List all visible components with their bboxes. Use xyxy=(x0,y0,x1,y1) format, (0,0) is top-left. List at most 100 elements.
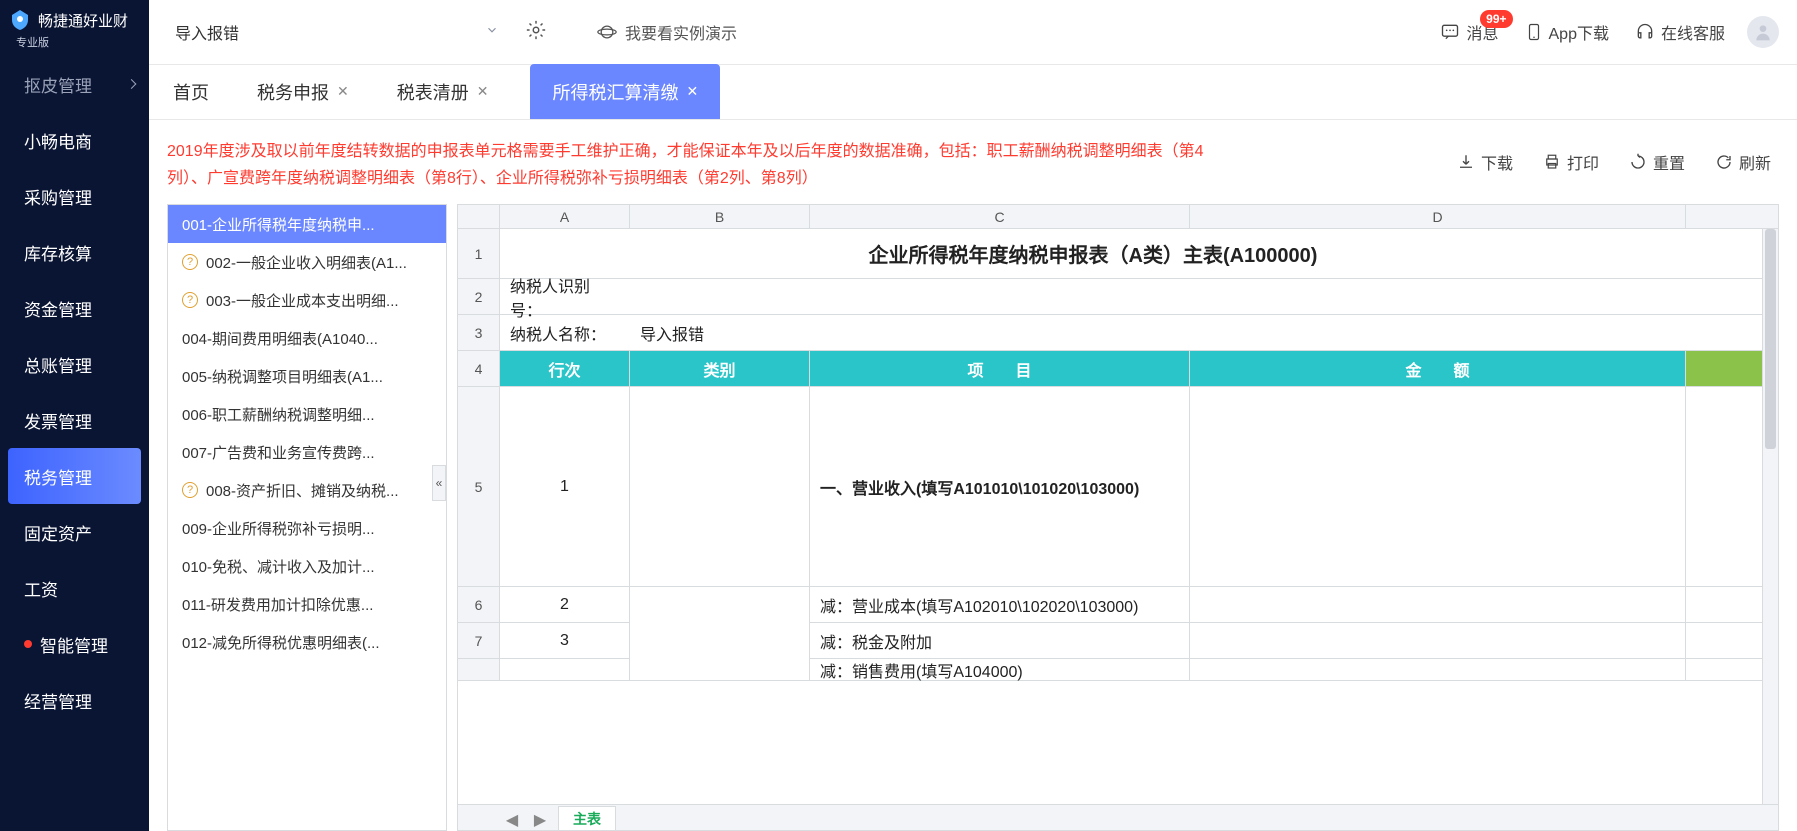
demo-label: 我要看实例演示 xyxy=(625,20,737,44)
sidebar-item[interactable]: 智能管理 xyxy=(0,616,149,672)
close-icon[interactable]: ✕ xyxy=(686,83,698,100)
category-cell[interactable] xyxy=(630,387,810,587)
row-num[interactable] xyxy=(458,659,500,681)
row-2: 2 纳税人识别号： xyxy=(458,279,1778,315)
tree-item[interactable]: ?003-一般企业成本支出明细... xyxy=(168,281,446,319)
sidebar-item[interactable]: 资金管理 xyxy=(0,280,149,336)
taxpayer-id-label[interactable]: 纳税人识别号： xyxy=(500,279,630,315)
sidebar-item-label: 总账管理 xyxy=(24,352,92,377)
sidebar-item-label: 工资 xyxy=(24,576,58,601)
taxpayer-id-value[interactable] xyxy=(630,279,1686,315)
page-tab[interactable]: 所得税汇算清缴✕ xyxy=(530,64,720,119)
tree-item[interactable]: 012-减免所得税优惠明细表(... xyxy=(168,623,446,661)
sidebar-item[interactable]: 固定资产 xyxy=(0,504,149,560)
reset-button[interactable]: 重置 xyxy=(1629,150,1685,174)
head-rownum[interactable]: 行次 xyxy=(500,351,630,387)
sidebar-item[interactable]: 采购管理 xyxy=(0,168,149,224)
sidebar-item[interactable]: 税务管理 xyxy=(8,448,141,504)
row-num[interactable]: 3 xyxy=(458,315,500,351)
head-amount[interactable]: 金 额 xyxy=(1190,351,1686,387)
question-icon: ? xyxy=(182,254,198,270)
app-download-link[interactable]: App下载 xyxy=(1525,20,1609,44)
messages-link[interactable]: 消息 99+ xyxy=(1440,20,1498,44)
print-button[interactable]: 打印 xyxy=(1543,150,1599,174)
tree-item[interactable]: 009-企业所得税弥补亏损明... xyxy=(168,509,446,547)
brand-name: 畅捷通好业财 xyxy=(38,10,128,31)
row-num[interactable]: 2 xyxy=(458,279,500,315)
sidebar-item-label: 智能管理 xyxy=(40,632,108,657)
select-all-corner[interactable] xyxy=(458,205,500,228)
sidebar-item[interactable]: 库存核算 xyxy=(0,224,149,280)
tree-item-label: 010-免税、减计收入及加计... xyxy=(182,556,375,577)
search-selector[interactable]: 导入报错 xyxy=(167,14,507,50)
action-bar: 2019年度涉及取以前年度结转数据的申报表单元格需要手工维护正确，才能保证本年及… xyxy=(149,120,1797,204)
page-tab[interactable]: 首页 xyxy=(167,64,215,119)
col-header-a[interactable]: A xyxy=(500,205,630,228)
line-num[interactable]: 1 xyxy=(500,387,630,587)
topbar: 导入报错 我要看实例演示 消息 99+ App下载 在线客服 xyxy=(149,0,1797,65)
line-num[interactable]: 2 xyxy=(500,587,630,623)
row-num[interactable]: 1 xyxy=(458,229,500,279)
tree-item[interactable]: 011-研发费用加计扣除优惠... xyxy=(168,585,446,623)
refresh-icon xyxy=(1715,153,1733,171)
action-buttons: 下载 打印 重置 刷新 xyxy=(1457,138,1771,174)
row-8-partial: 减：销售费用(填写A104000) xyxy=(458,659,1778,681)
sidebar-item[interactable]: 工资 xyxy=(0,560,149,616)
collapse-handle[interactable]: « xyxy=(432,465,446,501)
tree-item[interactable]: 004-期间费用明细表(A1040... xyxy=(168,319,446,357)
tree-item[interactable]: ?002-一般企业收入明细表(A1... xyxy=(168,243,446,281)
taxpayer-name-value[interactable]: 导入报错 xyxy=(630,315,1686,351)
sidebar-item[interactable]: 总账管理 xyxy=(0,336,149,392)
item-cell[interactable]: 减：销售费用(填写A104000) xyxy=(810,659,1190,681)
refresh-button[interactable]: 刷新 xyxy=(1715,150,1771,174)
sidebar-item[interactable]: 抠皮管理 xyxy=(0,56,149,112)
head-item[interactable]: 项 目 xyxy=(810,351,1190,387)
tree-item[interactable]: 001-企业所得税年度纳税申... xyxy=(168,205,446,243)
vertical-scrollbar[interactable] xyxy=(1762,229,1778,804)
row-num[interactable]: 7 xyxy=(458,623,500,659)
sidebar-item[interactable]: 发票管理 xyxy=(0,392,149,448)
question-icon: ? xyxy=(182,482,198,498)
taxpayer-name-label[interactable]: 纳税人名称： xyxy=(500,315,630,351)
col-header-c[interactable]: C xyxy=(810,205,1190,228)
col-header-d[interactable]: D xyxy=(1190,205,1686,228)
amount-cell[interactable] xyxy=(1190,387,1686,587)
sidebar-item[interactable]: 经营管理 xyxy=(0,672,149,728)
page-tab[interactable]: 税表清册✕ xyxy=(391,64,495,119)
tree-item-label: 008-资产折旧、摊销及纳税... xyxy=(206,480,399,501)
item-cell[interactable]: 减：税金及附加 xyxy=(810,623,1190,659)
tree-item[interactable]: ? 008-资产折旧、摊销及纳税... xyxy=(168,471,446,509)
sidebar-item-label: 小畅电商 xyxy=(24,128,92,153)
download-button[interactable]: 下载 xyxy=(1457,150,1513,174)
close-icon[interactable]: ✕ xyxy=(337,83,349,100)
sheet-nav-prev[interactable]: ◀ xyxy=(502,810,522,830)
col-header-b[interactable]: B xyxy=(630,205,810,228)
demo-link[interactable]: 我要看实例演示 xyxy=(597,20,737,44)
sheet-title[interactable]: 企业所得税年度纳税申报表（A类）主表(A100000) xyxy=(500,229,1686,279)
gear-icon[interactable] xyxy=(525,19,547,46)
sidebar-item[interactable]: 小畅电商 xyxy=(0,112,149,168)
row-num[interactable]: 4 xyxy=(458,351,500,387)
support-link[interactable]: 在线客服 xyxy=(1635,20,1725,44)
head-category[interactable]: 类别 xyxy=(630,351,810,387)
row-num[interactable]: 6 xyxy=(458,587,500,623)
download-icon xyxy=(1457,153,1475,171)
line-num[interactable]: 3 xyxy=(500,623,630,659)
tree-item[interactable]: 010-免税、减计收入及加计... xyxy=(168,547,446,585)
row-num[interactable]: 5 xyxy=(458,387,500,587)
tree-item[interactable]: 005-纳税调整项目明细表(A1... xyxy=(168,357,446,395)
item-cell[interactable]: 一、营业收入(填写A101010\101020\103000) xyxy=(810,387,1190,587)
page-tab[interactable]: 税务申报✕ xyxy=(251,64,355,119)
avatar[interactable] xyxy=(1747,16,1779,48)
row-5: 5 1 一、营业收入(填写A101010\101020\103000) xyxy=(458,387,1778,587)
tree-item-label: 012-减免所得税优惠明细表(... xyxy=(182,632,380,653)
sheet-tab-main[interactable]: 主表 xyxy=(558,806,616,830)
sheet-nav-next[interactable]: ▶ xyxy=(530,810,550,830)
main-area: 导入报错 我要看实例演示 消息 99+ App下载 在线客服 xyxy=(149,0,1797,831)
messages-badge: 99+ xyxy=(1480,10,1512,28)
item-cell[interactable]: 减：营业成本(填写A102010\102020\103000) xyxy=(810,587,1190,623)
sidebar-item-label: 税务管理 xyxy=(24,464,92,489)
close-icon[interactable]: ✕ xyxy=(477,83,489,100)
tree-item[interactable]: 006-职工薪酬纳税调整明细... xyxy=(168,395,446,433)
tree-item[interactable]: 007-广告费和业务宣传费跨... xyxy=(168,433,446,471)
